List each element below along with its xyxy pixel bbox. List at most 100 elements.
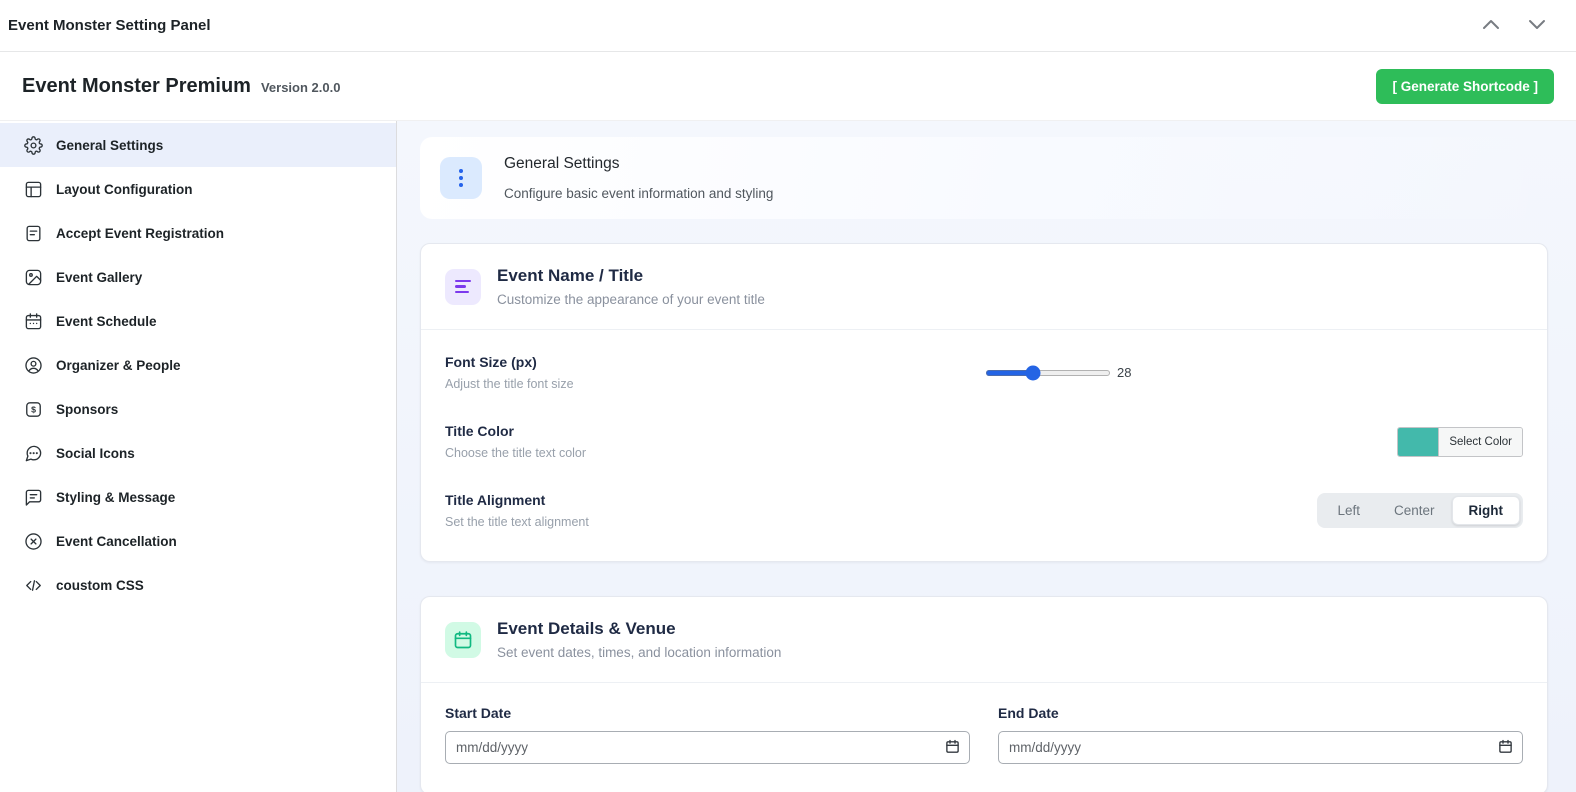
card-header: Event Details & Venue Set event dates, t…: [421, 597, 1547, 682]
panel-title: Event Monster Setting Panel: [8, 17, 211, 34]
title-alignment-description: Set the title text alignment: [445, 515, 589, 529]
section-banner: General Settings Configure basic event i…: [420, 137, 1548, 219]
sidebar-item-label: Event Gallery: [56, 269, 143, 285]
font-size-description: Adjust the title font size: [445, 377, 574, 391]
end-date-field: End Date: [998, 705, 1523, 764]
image-icon: [24, 268, 43, 287]
page-title: Event Monster Premium: [22, 74, 251, 97]
message-square-icon: [24, 488, 43, 507]
start-date-input-wrap: [445, 731, 970, 764]
font-size-control: 28: [985, 365, 1523, 380]
sidebar-item-custom-css[interactable]: coustom CSS: [0, 563, 396, 607]
vertical-ellipsis-icon[interactable]: [440, 157, 482, 199]
alignment-segmented-control: Left Center Right: [1317, 493, 1523, 528]
sidebar-item-label: Social Icons: [56, 445, 135, 461]
end-date-input-wrap: [998, 731, 1523, 764]
title-color-row: Title Color Choose the title text color …: [445, 407, 1523, 476]
font-size-labels: Font Size (px) Adjust the title font siz…: [445, 354, 574, 391]
page-header: Event Monster Premium Version 2.0.0 [ Ge…: [0, 52, 1576, 121]
banner-title: General Settings: [504, 155, 620, 172]
registration-form-icon: [24, 224, 43, 243]
card-title: Event Name / Title: [497, 266, 644, 285]
sidebar-item-label: Organizer & People: [56, 357, 181, 373]
sidebar-item-styling-message[interactable]: Styling & Message: [0, 475, 396, 519]
banner-text: General Settings Configure basic event i…: [504, 155, 773, 201]
sidebar-item-label: Styling & Message: [56, 489, 176, 505]
dollar-badge-icon: $: [24, 400, 43, 419]
version-label: Version 2.0.0: [260, 79, 341, 95]
calendar-picker-icon[interactable]: [945, 739, 960, 754]
sidebar-item-general-settings[interactable]: General Settings: [0, 123, 396, 167]
top-bar: Event Monster Setting Panel: [0, 0, 1576, 52]
calendar-icon: [445, 621, 481, 658]
chevron-down-icon: [1526, 16, 1548, 35]
card-event-details-venue: Event Details & Venue Set event dates, t…: [420, 596, 1548, 792]
sidebar-item-accept-event-registration[interactable]: Accept Event Registration: [0, 211, 396, 255]
calendar-picker-icon[interactable]: [1498, 739, 1513, 754]
title-alignment-label: Title Alignment: [445, 492, 546, 508]
sidebar-item-label: General Settings: [56, 137, 164, 153]
title-alignment-labels: Title Alignment Set the title text align…: [445, 492, 589, 529]
text-lines-icon: [445, 268, 481, 305]
sidebar-item-label: Sponsors: [56, 401, 119, 417]
svg-text:$: $: [31, 404, 36, 414]
start-date-label: Start Date: [445, 705, 512, 721]
card-header: Event Name / Title Customize the appeara…: [421, 244, 1547, 329]
code-icon: [24, 576, 43, 595]
sidebar-item-label: Layout Configuration: [56, 181, 193, 197]
settings-sidebar: General Settings Layout Configuration Ac…: [0, 121, 397, 792]
settings-content: General Settings Configure basic event i…: [397, 121, 1576, 792]
chevron-up-icon: [1480, 16, 1502, 35]
card-title: Event Details & Venue: [497, 619, 676, 638]
sidebar-item-label: Accept Event Registration: [56, 225, 225, 241]
align-center-button[interactable]: Center: [1377, 496, 1452, 525]
sidebar-item-layout-configuration[interactable]: Layout Configuration: [0, 167, 396, 211]
card-header-text: Event Details & Venue Set event dates, t…: [497, 619, 781, 660]
panel-toggle-controls: [1476, 12, 1552, 39]
gear-icon: [24, 135, 43, 155]
select-color-label[interactable]: Select Color: [1438, 427, 1522, 456]
card-subtitle: Set event dates, times, and location inf…: [497, 645, 782, 660]
align-left-button[interactable]: Left: [1320, 496, 1377, 525]
font-size-value: 28: [1117, 365, 1132, 380]
person-circle-icon: [24, 356, 43, 375]
x-circle-icon: [24, 532, 43, 551]
sidebar-item-event-gallery[interactable]: Event Gallery: [0, 255, 396, 299]
start-date-input[interactable]: [445, 731, 970, 764]
layout-icon: [24, 180, 43, 199]
card-header-text: Event Name / Title Customize the appeara…: [497, 266, 765, 307]
sidebar-item-label: coustom CSS: [56, 577, 144, 593]
sidebar-item-event-schedule[interactable]: Event Schedule: [0, 299, 396, 343]
banner-subtitle: Configure basic event information and st…: [504, 186, 774, 201]
generate-shortcode-button[interactable]: [ Generate Shortcode ]: [1376, 68, 1554, 104]
sidebar-item-label: Event Schedule: [56, 313, 157, 329]
color-swatch[interactable]: [1398, 427, 1439, 456]
calendar-icon: [24, 312, 43, 331]
start-date-field: Start Date: [445, 705, 970, 764]
sidebar-item-social-icons[interactable]: Social Icons: [0, 431, 396, 475]
card-subtitle: Customize the appearance of your event t…: [497, 292, 765, 307]
align-right-button[interactable]: Right: [1451, 496, 1520, 525]
title-alignment-row: Title Alignment Set the title text align…: [445, 476, 1523, 545]
title-color-labels: Title Color Choose the title text color: [445, 423, 586, 460]
title-color-description: Choose the title text color: [445, 446, 587, 460]
font-size-slider[interactable]: [985, 369, 1111, 376]
font-size-row: Font Size (px) Adjust the title font siz…: [445, 338, 1523, 407]
chat-bubble-icon: [24, 444, 43, 463]
sidebar-item-label: Event Cancellation: [56, 533, 177, 549]
end-date-input[interactable]: [998, 731, 1523, 764]
page-title-group: Event Monster Premium Version 2.0.0: [22, 75, 340, 98]
collapse-up-button[interactable]: [1476, 12, 1506, 39]
title-color-label: Title Color: [445, 423, 514, 439]
sidebar-item-sponsors[interactable]: $ Sponsors: [0, 387, 396, 431]
font-size-label: Font Size (px): [445, 354, 537, 370]
sidebar-item-event-cancellation[interactable]: Event Cancellation: [0, 519, 396, 563]
date-fields: Start Date End Date: [421, 683, 1547, 792]
card-event-name-title: Event Name / Title Customize the appeara…: [420, 243, 1548, 562]
end-date-label: End Date: [998, 705, 1059, 721]
collapse-down-button[interactable]: [1522, 12, 1552, 39]
main-layout: General Settings Layout Configuration Ac…: [0, 121, 1576, 792]
card-body: Font Size (px) Adjust the title font siz…: [421, 330, 1547, 561]
sidebar-item-organizer-people[interactable]: Organizer & People: [0, 343, 396, 387]
color-picker-button[interactable]: Select Color: [1397, 426, 1523, 457]
